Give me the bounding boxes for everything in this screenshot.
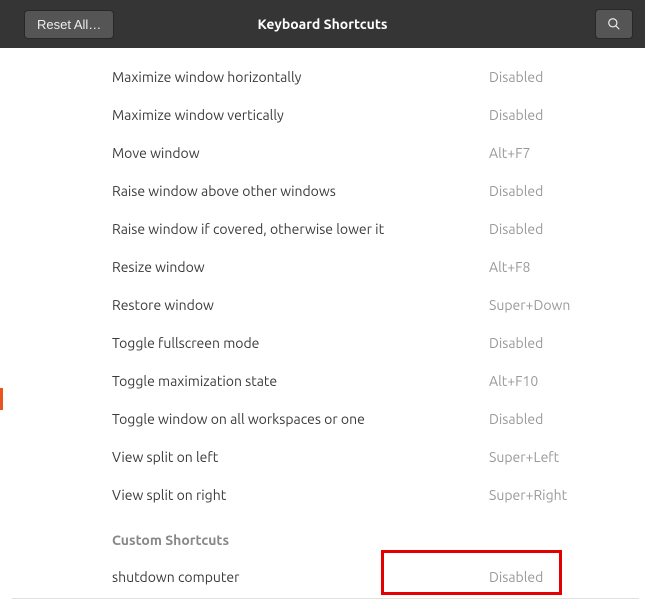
shortcut-row[interactable]: Raise window if covered, otherwise lower… bbox=[112, 210, 639, 248]
shortcut-label: Toggle window on all workspaces or one bbox=[112, 411, 489, 427]
shortcut-list: Maximize window horizontally Disabled Ma… bbox=[112, 58, 639, 604]
titlebar: Reset All… Keyboard Shortcuts bbox=[0, 0, 645, 48]
shortcut-label: Maximize window horizontally bbox=[112, 69, 489, 85]
content-area: Maximize window horizontally Disabled Ma… bbox=[0, 48, 645, 604]
shortcut-row[interactable]: Resize window Alt+F8 bbox=[112, 248, 639, 286]
custom-shortcut-label: shutdown computer bbox=[112, 569, 489, 585]
search-icon bbox=[607, 17, 621, 31]
shortcut-value: Disabled bbox=[489, 335, 639, 351]
shortcut-row[interactable]: Maximize window horizontally Disabled bbox=[112, 58, 639, 96]
shortcut-value: Alt+F8 bbox=[489, 259, 639, 275]
sidebar-active-marker bbox=[0, 388, 3, 410]
custom-shortcuts-header: Custom Shortcuts bbox=[112, 532, 639, 548]
shortcut-row[interactable]: Toggle window on all workspaces or one D… bbox=[112, 400, 639, 438]
shortcut-row[interactable]: View split on right Super+Right bbox=[112, 476, 639, 514]
shortcut-label: Toggle maximization state bbox=[112, 373, 489, 389]
shortcut-label: Raise window above other windows bbox=[112, 183, 489, 199]
shortcut-label: Maximize window vertically bbox=[112, 107, 489, 123]
shortcut-row[interactable]: Move window Alt+F7 bbox=[112, 134, 639, 172]
reset-all-button[interactable]: Reset All… bbox=[24, 10, 114, 39]
sidebar bbox=[0, 48, 12, 604]
shortcut-value: Super+Right bbox=[489, 487, 639, 503]
shortcut-value: Super+Left bbox=[489, 449, 639, 465]
shortcut-value: Disabled bbox=[489, 411, 639, 427]
shortcut-value: Disabled bbox=[489, 69, 639, 85]
shortcut-row[interactable]: Toggle fullscreen mode Disabled bbox=[112, 324, 639, 362]
custom-shortcut-row[interactable]: shutdown computer Disabled bbox=[112, 558, 639, 596]
custom-shortcut-value: Disabled bbox=[489, 569, 639, 585]
shortcut-label: View split on right bbox=[112, 487, 489, 503]
shortcut-value: Alt+F7 bbox=[489, 145, 639, 161]
shortcut-label: View split on left bbox=[112, 449, 489, 465]
shortcut-label: Toggle fullscreen mode bbox=[112, 335, 489, 351]
main-panel: Maximize window horizontally Disabled Ma… bbox=[12, 48, 645, 604]
shortcut-value: Super+Down bbox=[489, 297, 639, 313]
shortcut-label: Restore window bbox=[112, 297, 489, 313]
shortcut-value: Disabled bbox=[489, 183, 639, 199]
page-title: Keyboard Shortcuts bbox=[258, 16, 388, 32]
shortcut-label: Raise window if covered, otherwise lower… bbox=[112, 221, 489, 237]
shortcut-row[interactable]: Toggle maximization state Alt+F10 bbox=[112, 362, 639, 400]
shortcut-value: Disabled bbox=[489, 107, 639, 123]
shortcut-row[interactable]: Maximize window vertically Disabled bbox=[112, 96, 639, 134]
shortcut-value: Alt+F10 bbox=[489, 373, 639, 389]
shortcut-label: Move window bbox=[112, 145, 489, 161]
search-button[interactable] bbox=[595, 9, 633, 39]
shortcut-row[interactable]: Restore window Super+Down bbox=[112, 286, 639, 324]
shortcut-label: Resize window bbox=[112, 259, 489, 275]
add-shortcut-button[interactable]: + bbox=[12, 598, 639, 604]
shortcut-value: Disabled bbox=[489, 221, 639, 237]
shortcut-row[interactable]: Raise window above other windows Disable… bbox=[112, 172, 639, 210]
shortcut-row[interactable]: View split on left Super+Left bbox=[112, 438, 639, 476]
